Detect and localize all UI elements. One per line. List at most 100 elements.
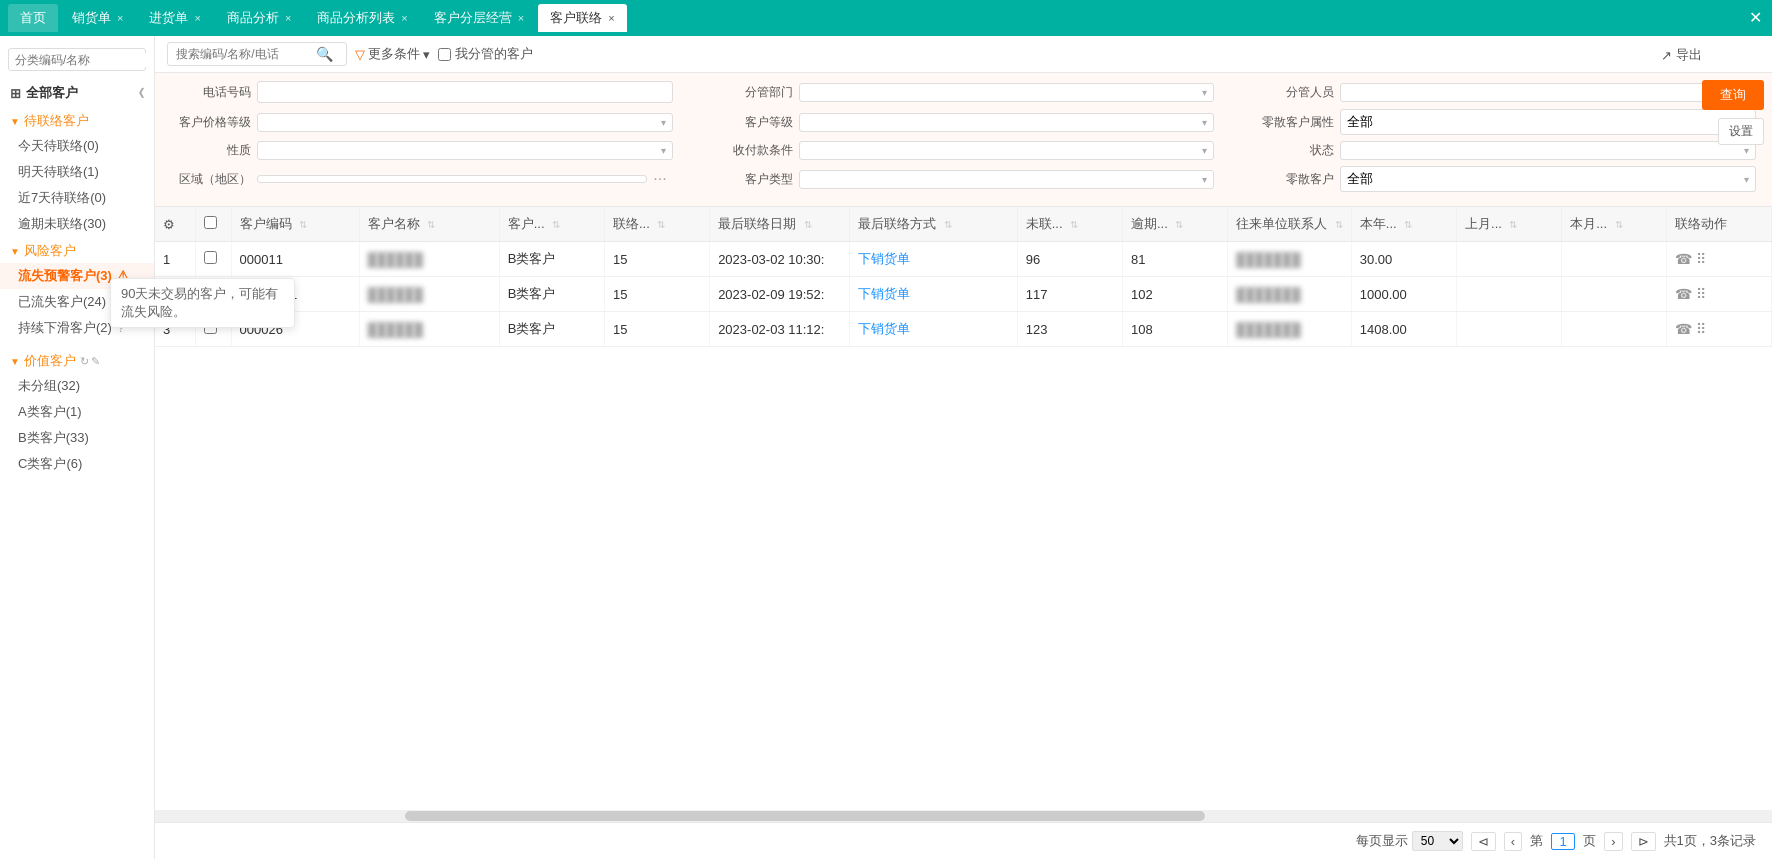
sidebar-all-customers[interactable]: ⊞ 全部客户 《 (0, 79, 154, 107)
method-link[interactable]: 下销货单 (858, 321, 910, 336)
sidebar-item-tomorrow[interactable]: 明天待联络(1) (0, 159, 154, 185)
collapse-icon[interactable]: 《 (133, 86, 144, 101)
search-input[interactable] (176, 47, 316, 61)
close-icon[interactable]: × (518, 12, 524, 24)
next-page-button[interactable]: › (1604, 832, 1622, 851)
close-icon[interactable]: × (117, 12, 123, 24)
action-buttons: ☎ ⠿ (1675, 321, 1763, 337)
action-buttons: ☎ ⠿ (1675, 286, 1763, 302)
sidebar-group-value[interactable]: ▼ 价值客户 ↻ ✎ (0, 347, 154, 373)
sort-icon[interactable]: ⇅ (299, 219, 307, 230)
sort-icon[interactable]: ⇅ (944, 219, 952, 230)
sidebar-item-b-class[interactable]: B类客户(33) (0, 425, 154, 451)
zero-customer-select[interactable]: 全部 ▾ (1340, 166, 1756, 192)
row-name: ██████ (359, 312, 499, 347)
sidebar-group-risk[interactable]: ▼ 风险客户 (0, 237, 154, 263)
region-select[interactable] (257, 175, 647, 183)
sort-icon[interactable]: ⇅ (1509, 219, 1517, 230)
person-select[interactable]: ▾ (1340, 83, 1730, 102)
row-last-method[interactable]: 下销货单 (850, 242, 1018, 277)
search-button[interactable]: 🔍 (316, 46, 333, 62)
sidebar-item-c-class[interactable]: C类客户(6) (0, 451, 154, 477)
col-last-method: 最后联络方式 ⇅ (850, 207, 1018, 242)
first-page-button[interactable]: ⊲ (1471, 832, 1496, 851)
sort-icon[interactable]: ⇅ (804, 219, 812, 230)
row-last-method[interactable]: 下销货单 (850, 277, 1018, 312)
dept-select[interactable]: ▾ (799, 83, 1215, 102)
sort-icon[interactable]: ⇅ (552, 219, 560, 230)
filter-customer-level: 客户等级 ▾ (713, 113, 1215, 132)
tab-analysis[interactable]: 商品分析 × (215, 4, 303, 32)
tab-purchase[interactable]: 进货单 × (137, 4, 212, 32)
prev-page-button[interactable]: ‹ (1504, 832, 1522, 851)
close-icon[interactable]: × (401, 12, 407, 24)
last-page-button[interactable]: ⊳ (1631, 832, 1656, 851)
table-header-row: ⚙ 客户编码 ⇅ 客户名称 ⇅ 客户... ⇅ 联络... ⇅ 最后联络日期 ⇅… (155, 207, 1772, 242)
sort-icon[interactable]: ⇅ (1175, 219, 1183, 230)
tab-home[interactable]: 首页 (8, 4, 58, 32)
col-checkbox[interactable] (195, 207, 231, 242)
row-type: B类客户 (499, 312, 604, 347)
my-customers-check[interactable] (438, 48, 451, 61)
tab-analysis-list[interactable]: 商品分析列表 × (305, 4, 419, 32)
sidebar-item-today[interactable]: 今天待联络(0) (0, 133, 154, 159)
row-last-month (1457, 242, 1562, 277)
tab-customer-contact[interactable]: 客户联络 × (538, 4, 626, 32)
sidebar-search-input[interactable] (15, 53, 155, 67)
sidebar-item-ungroup[interactable]: 未分组(32) (0, 373, 154, 399)
filter-icon: ▽ (355, 47, 365, 62)
price-level-select[interactable]: ▾ (257, 113, 673, 132)
tab-customer-segment[interactable]: 客户分层经营 × (422, 4, 536, 32)
grid-icon: ⊞ (10, 86, 21, 101)
horizontal-scrollbar[interactable] (155, 810, 1772, 822)
sort-icon[interactable]: ⇅ (1615, 219, 1623, 230)
contact-icon[interactable]: ☎ (1675, 251, 1692, 267)
sort-icon[interactable]: ⇅ (657, 219, 665, 230)
window-close-icon[interactable]: ✕ (1749, 8, 1762, 27)
export-button[interactable]: ↗ 导出 (1661, 46, 1702, 64)
col-this-month: 本月... ⇅ (1562, 207, 1667, 242)
edit-icon[interactable]: ✎ (91, 355, 100, 368)
tab-sales[interactable]: 销货单 × (60, 4, 135, 32)
sidebar-group-pending[interactable]: ▼ 待联络客户 (0, 107, 154, 133)
row-checkbox[interactable] (195, 242, 231, 277)
zero-customer-label: 零散客户 (1254, 171, 1334, 188)
more-actions-icon[interactable]: ⠿ (1696, 321, 1706, 337)
more-actions-icon[interactable]: ⠿ (1696, 251, 1706, 267)
sidebar-item-7days[interactable]: 近7天待联络(0) (0, 185, 154, 211)
sidebar-item-overdue-contact[interactable]: 逾期未联络(30) (0, 211, 154, 237)
select-all-checkbox[interactable] (204, 216, 217, 229)
query-button[interactable]: 查询 (1702, 80, 1764, 110)
refresh-icon[interactable]: ↻ (80, 355, 89, 368)
sort-icon[interactable]: ⇅ (1335, 219, 1343, 230)
more-icon[interactable]: ··· (647, 170, 672, 188)
sort-icon[interactable]: ⇅ (1070, 219, 1078, 230)
method-link[interactable]: 下销货单 (858, 251, 910, 266)
my-customers-checkbox[interactable]: 我分管的客户 (438, 45, 533, 63)
search-box[interactable]: 🔍 (167, 42, 347, 66)
sort-icon[interactable]: ⇅ (427, 219, 435, 230)
close-icon[interactable]: × (285, 12, 291, 24)
scrollbar-thumb[interactable] (405, 811, 1205, 821)
customer-type-select[interactable]: ▾ (799, 170, 1215, 189)
filter-button[interactable]: ▽ 更多条件 ▾ (355, 45, 430, 63)
contact-icon[interactable]: ☎ (1675, 321, 1692, 337)
col-settings[interactable]: ⚙ (155, 207, 195, 242)
row-check[interactable] (204, 251, 217, 264)
sort-icon[interactable]: ⇅ (1404, 219, 1412, 230)
phone-input[interactable] (257, 81, 673, 103)
sidebar-item-a-class[interactable]: A类客户(1) (0, 399, 154, 425)
row-actions: ☎ ⠿ (1667, 242, 1772, 277)
customer-level-select[interactable]: ▾ (799, 113, 1215, 132)
payment-select[interactable]: ▾ (799, 141, 1215, 160)
per-page-dropdown[interactable]: 50 20 100 (1412, 831, 1463, 851)
nature-select[interactable]: ▾ (257, 141, 673, 160)
close-icon[interactable]: × (194, 12, 200, 24)
close-icon[interactable]: × (608, 12, 614, 24)
row-last-method[interactable]: 下销货单 (850, 312, 1018, 347)
more-actions-icon[interactable]: ⠿ (1696, 286, 1706, 302)
method-link[interactable]: 下销货单 (858, 286, 910, 301)
settings-button[interactable]: 设置 (1718, 118, 1764, 145)
contact-icon[interactable]: ☎ (1675, 286, 1692, 302)
sidebar-search-box[interactable]: 🔍 (8, 48, 146, 71)
